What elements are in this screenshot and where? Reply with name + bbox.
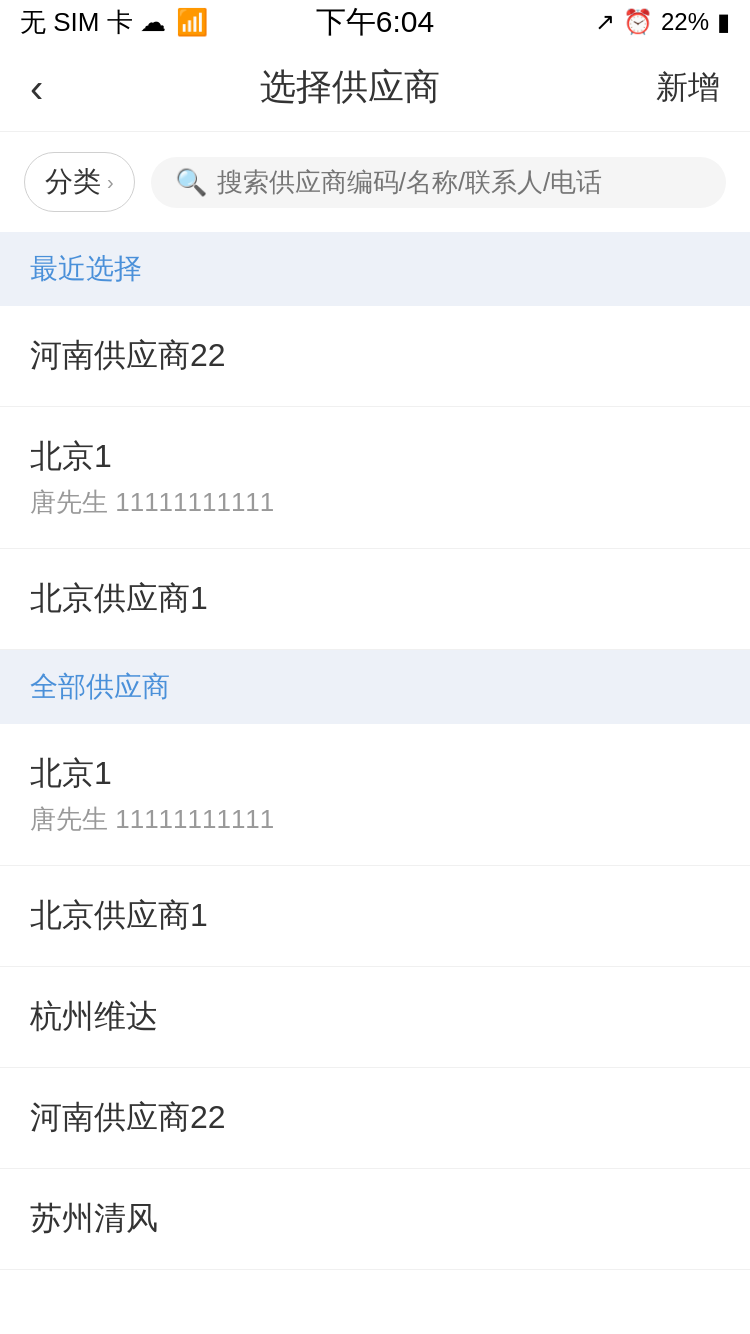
item-name: 北京1 xyxy=(30,435,720,479)
search-icon: 🔍 xyxy=(175,167,207,198)
battery-level: 22% xyxy=(661,8,709,36)
battery-icon: ▮ xyxy=(717,8,730,36)
all-section-label: 全部供应商 xyxy=(30,671,170,702)
status-bar: 无 SIM 卡 ☁ 📶 下午6:04 ↗ ⏰ 22% ▮ xyxy=(0,0,750,44)
status-right: ↗ ⏰ 22% ▮ xyxy=(595,8,730,36)
item-name: 河南供应商22 xyxy=(30,334,720,378)
location-icon: ↗ xyxy=(595,8,615,36)
status-left: 无 SIM 卡 ☁ 📶 xyxy=(20,5,208,40)
item-name: 北京1 xyxy=(30,752,720,796)
item-name: 北京供应商1 xyxy=(30,577,720,621)
all-items-list: 北京1 唐先生 11111111111 北京供应商1 杭州维达 河南供应商22 … xyxy=(0,724,750,1270)
item-name: 河南供应商22 xyxy=(30,1096,720,1140)
item-name: 苏州清风 xyxy=(30,1197,720,1241)
list-item[interactable]: 北京供应商1 xyxy=(0,866,750,967)
item-name: 杭州维达 xyxy=(30,995,720,1039)
nav-bar: ‹ 选择供应商 新增 xyxy=(0,44,750,132)
item-sub: 唐先生 11111111111 xyxy=(30,485,720,520)
recent-items-list: 河南供应商22 北京1 唐先生 11111111111 北京供应商1 xyxy=(0,306,750,650)
search-box: 🔍 xyxy=(151,157,726,208)
back-button[interactable]: ‹ xyxy=(30,68,43,108)
page-title: 选择供应商 xyxy=(260,63,440,112)
recent-section-label: 最近选择 xyxy=(30,253,142,284)
add-button[interactable]: 新增 xyxy=(656,66,720,110)
recent-section-header: 最近选择 xyxy=(0,232,750,306)
item-sub: 唐先生 11111111111 xyxy=(30,802,720,837)
item-name: 北京供应商1 xyxy=(30,894,720,938)
chevron-right-icon: › xyxy=(107,171,114,194)
list-item[interactable]: 苏州清风 xyxy=(0,1169,750,1270)
list-item[interactable]: 北京1 唐先生 11111111111 xyxy=(0,724,750,866)
category-label: 分类 xyxy=(45,163,101,201)
search-input[interactable] xyxy=(217,167,702,198)
status-time: 下午6:04 xyxy=(316,2,434,43)
alarm-icon: ⏰ xyxy=(623,8,653,36)
category-filter[interactable]: 分类 › xyxy=(24,152,135,212)
list-item[interactable]: 杭州维达 xyxy=(0,967,750,1068)
sim-status: 无 SIM 卡 ☁ xyxy=(20,5,166,40)
wifi-icon: 📶 xyxy=(176,7,208,38)
list-item[interactable]: 河南供应商22 xyxy=(0,1068,750,1169)
list-item[interactable]: 河南供应商22 xyxy=(0,306,750,407)
list-item[interactable]: 北京1 唐先生 11111111111 xyxy=(0,407,750,549)
all-section-header: 全部供应商 xyxy=(0,650,750,724)
filter-bar: 分类 › 🔍 xyxy=(0,132,750,232)
list-item[interactable]: 北京供应商1 xyxy=(0,549,750,650)
